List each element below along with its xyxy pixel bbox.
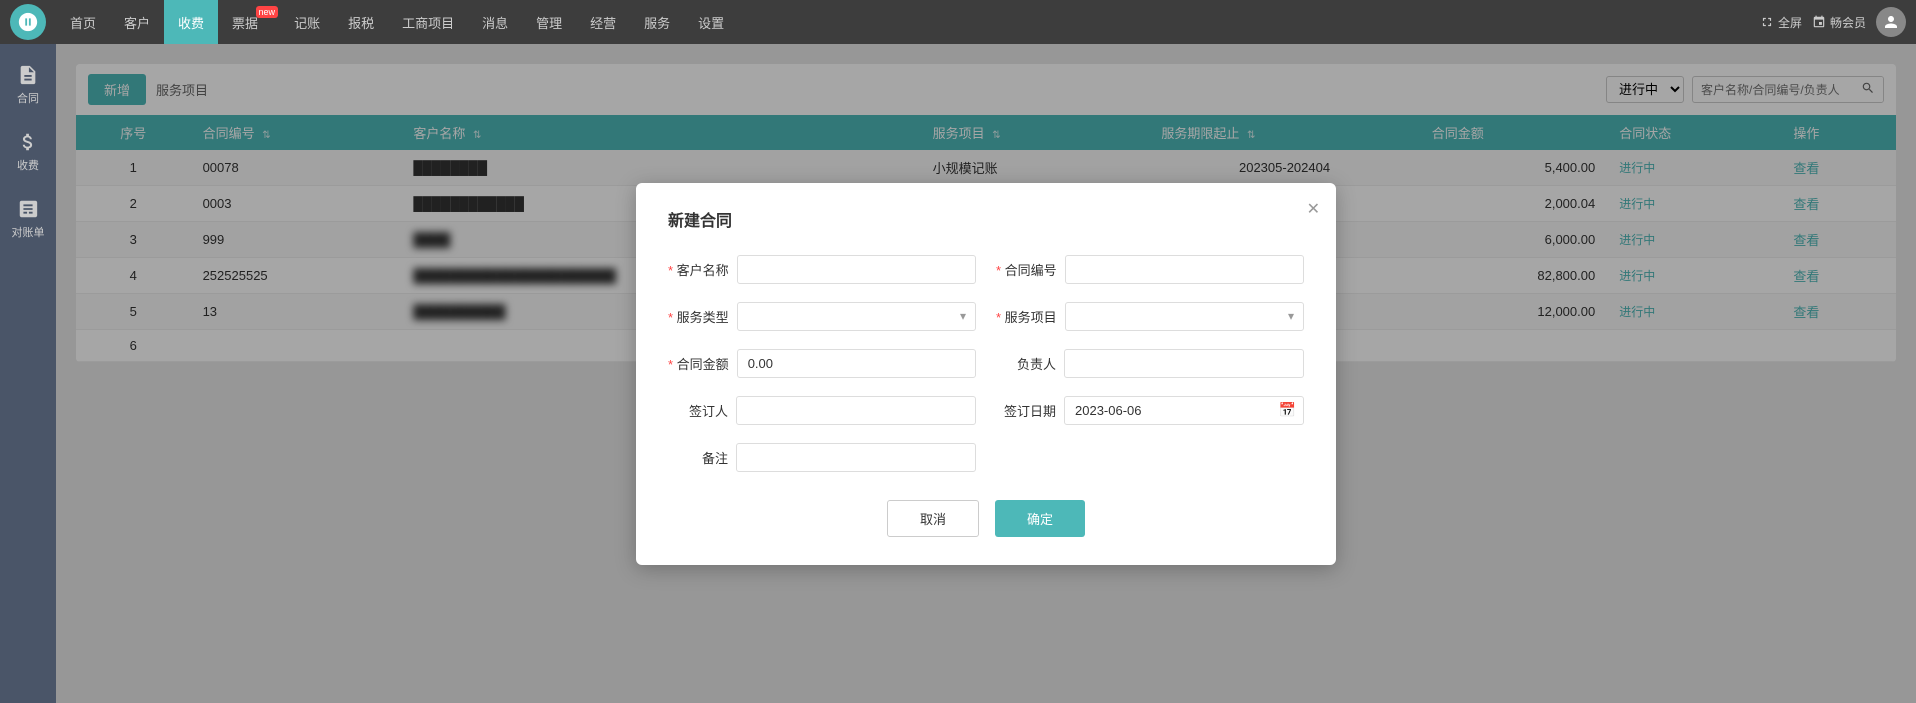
service-type-label: 服务类型 [668,307,729,326]
nav-accounting[interactable]: 记账 [280,0,334,44]
form-row-5: 备注 [668,443,1304,472]
form-group-client-name: 客户名称 [668,255,976,284]
client-name-input[interactable] [737,255,976,284]
fullscreen-button[interactable]: 全屏 [1760,14,1802,31]
note-input[interactable] [736,443,976,472]
sign-date-input[interactable]: 2023-06-06 [1064,396,1304,425]
sidebar-item-fee[interactable]: 收费 [0,121,56,183]
form-row-4: 签订人 签订日期 2023-06-06 📅 [668,396,1304,425]
contract-icon [17,64,39,86]
nav-service[interactable]: 服务 [630,0,684,44]
badge-new: new [256,6,279,18]
signer-input[interactable] [736,396,976,425]
nav-settings[interactable]: 设置 [684,0,738,44]
modal-close-button[interactable]: ✕ [1307,199,1320,219]
member-button[interactable]: 畅会员 [1812,14,1866,31]
nav-tax[interactable]: 报税 [334,0,388,44]
form-row-1: 客户名称 合同编号 [668,255,1304,284]
main-layout: 合同 收费 对账单 新增 服务项目 [0,44,1916,703]
new-contract-modal: 新建合同 ✕ 客户名称 合同编号 服务类型 [636,183,1336,565]
form-group-amount: 合同金额 0.00 [668,349,976,378]
nav-items: 首页 客户 收费 票据 new 记账 报税 工商项目 消息 管理 经营 服务 设… [56,0,1760,44]
form-group-note: 备注 [668,443,976,472]
modal-overlay: 新建合同 ✕ 客户名称 合同编号 服务类型 [56,44,1916,703]
responsible-label: 负责人 [996,354,1056,373]
responsible-input[interactable] [1064,349,1304,378]
nav-right: 全屏 畅会员 [1760,7,1906,37]
sidebar: 合同 收费 对账单 [0,44,56,703]
form-group-service-item: 服务项目 [996,302,1304,331]
form-group-contract-no: 合同编号 [996,255,1304,284]
top-nav: 首页 客户 收费 票据 new 记账 报税 工商项目 消息 管理 经营 服务 设… [0,0,1916,44]
nav-business[interactable]: 工商项目 [388,0,468,44]
sidebar-label-fee: 收费 [17,157,39,173]
signer-label: 签订人 [668,401,728,420]
fee-icon [17,131,39,153]
form-row-2: 服务类型 服务项目 [668,302,1304,331]
nav-bill[interactable]: 票据 new [218,0,280,44]
user-avatar[interactable] [1876,7,1906,37]
service-item-select[interactable] [1065,302,1304,331]
client-name-label: 客户名称 [668,260,729,279]
logo-icon [10,4,46,40]
form-group-responsible: 负责人 [996,349,1304,378]
contract-no-input[interactable] [1065,255,1304,284]
amount-label: 合同金额 [668,354,729,373]
note-label: 备注 [668,448,728,467]
nav-manage[interactable]: 管理 [522,0,576,44]
sidebar-item-statement[interactable]: 对账单 [0,188,56,250]
nav-home[interactable]: 首页 [56,0,110,44]
sidebar-item-contract[interactable]: 合同 [0,54,56,116]
service-type-select-wrapper [737,302,976,331]
form-group-sign-date: 签订日期 2023-06-06 📅 [996,396,1304,425]
sign-date-wrapper: 2023-06-06 📅 [1064,396,1304,425]
cancel-button[interactable]: 取消 [887,500,979,537]
amount-input[interactable]: 0.00 [737,349,976,378]
sidebar-label-statement: 对账单 [12,224,45,240]
nav-operation[interactable]: 经营 [576,0,630,44]
confirm-button[interactable]: 确定 [995,500,1085,537]
nav-customer[interactable]: 客户 [110,0,164,44]
nav-message[interactable]: 消息 [468,0,522,44]
content-area: 新增 服务项目 进行中 [56,44,1916,703]
sidebar-label-contract: 合同 [17,90,39,106]
form-group-signer: 签订人 [668,396,976,425]
service-type-select[interactable] [737,302,976,331]
form-group-service-type: 服务类型 [668,302,976,331]
nav-fee[interactable]: 收费 [164,0,218,44]
contract-no-label: 合同编号 [996,260,1057,279]
service-item-label: 服务项目 [996,307,1057,326]
form-row-3: 合同金额 0.00 负责人 [668,349,1304,378]
modal-footer: 取消 确定 [668,500,1304,537]
sign-date-label: 签订日期 [996,401,1056,420]
modal-title: 新建合同 [668,207,1304,231]
service-item-select-wrapper [1065,302,1304,331]
statement-icon [17,198,39,220]
